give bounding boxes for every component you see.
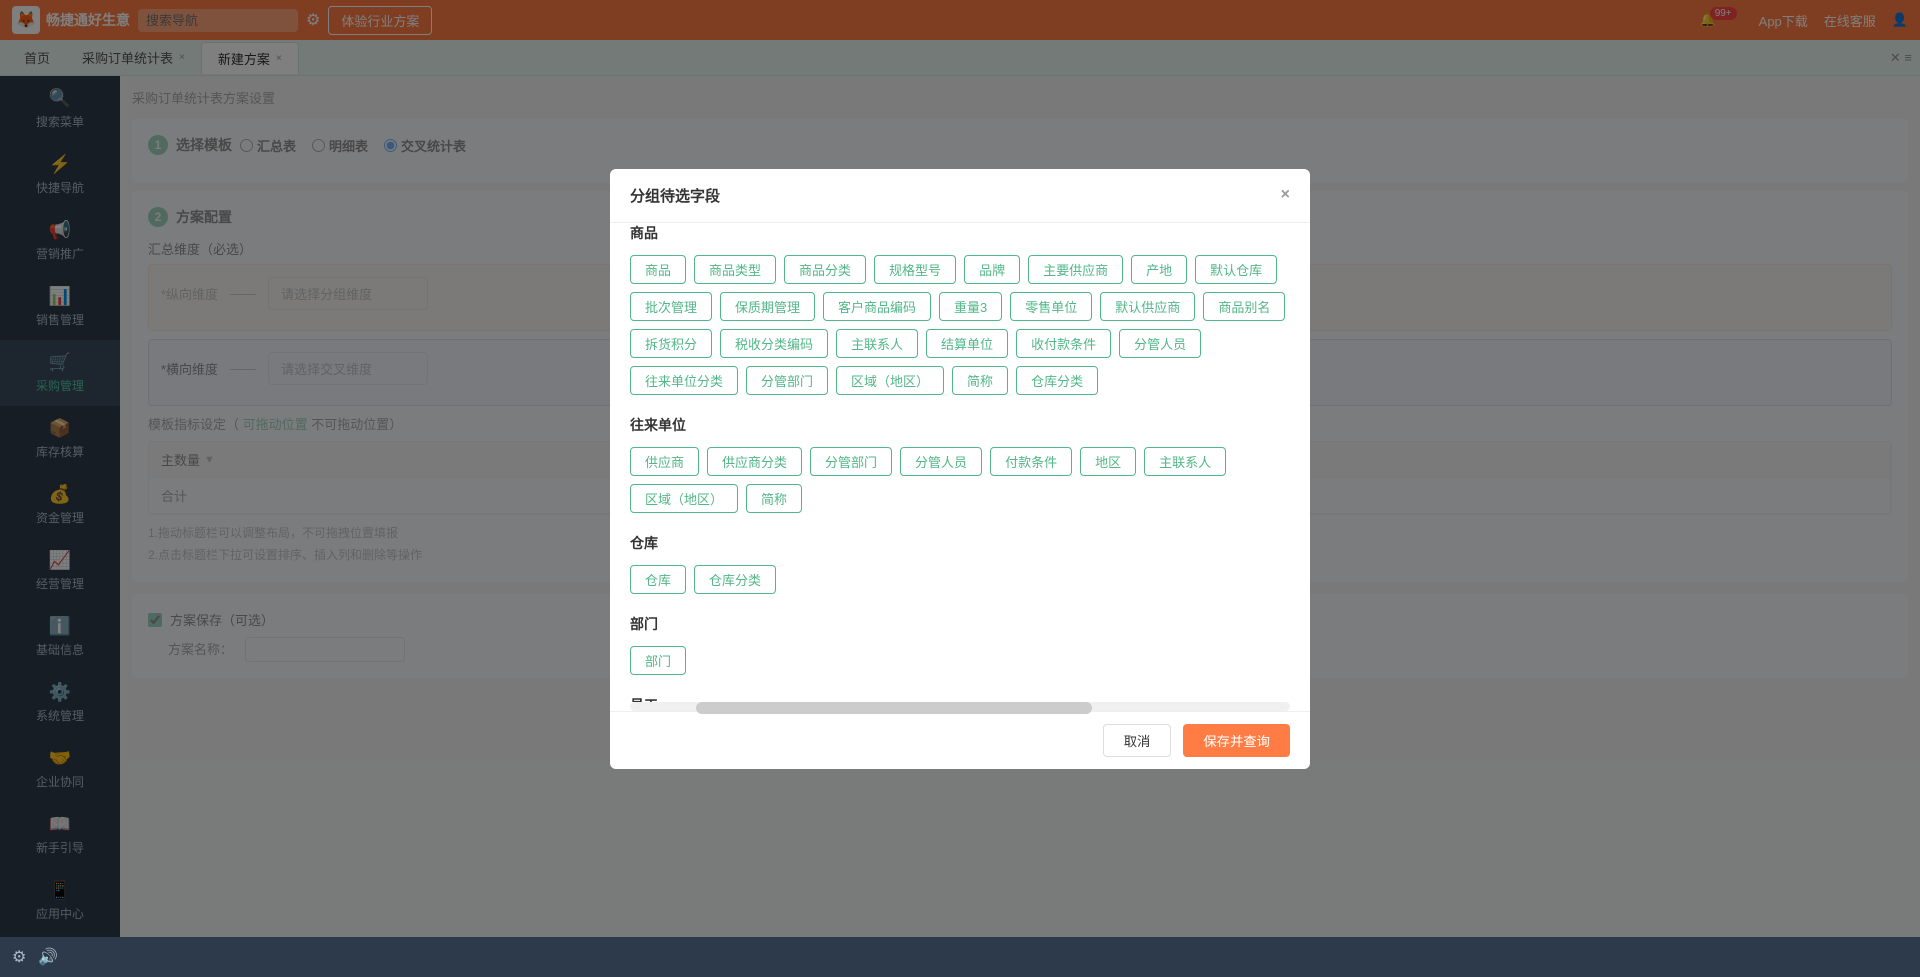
tag-dept[interactable]: 部门 bbox=[630, 646, 686, 675]
modal-close-button[interactable]: × bbox=[1281, 186, 1290, 204]
bottom-audio-icon[interactable]: 🔊 bbox=[38, 947, 58, 967]
tag-abbrev[interactable]: 简称 bbox=[746, 484, 802, 513]
tag-warehouse-category[interactable]: 仓库分类 bbox=[1016, 366, 1098, 395]
modal-horizontal-scrollbar-thumb bbox=[696, 702, 1092, 714]
tag-short-name[interactable]: 简称 bbox=[952, 366, 1008, 395]
tag-product-category[interactable]: 商品分类 bbox=[784, 255, 866, 284]
tag-supervisor[interactable]: 分管人员 bbox=[1119, 329, 1201, 358]
modal-section-employee: 员工 业务员 bbox=[610, 695, 1306, 703]
modal-horizontal-scrollbar[interactable] bbox=[630, 702, 1290, 710]
tag-product[interactable]: 商品 bbox=[630, 255, 686, 284]
modal-section-counterpart: 往来单位 供应商 供应商分类 分管部门 分管人员 付款条件 地区 主联系人 区域… bbox=[610, 415, 1306, 513]
section-dept-title: 部门 bbox=[630, 614, 1286, 634]
section-warehouse-title: 仓库 bbox=[630, 533, 1286, 553]
section-product-tags: 商品 商品类型 商品分类 规格型号 品牌 主要供应商 产地 默认仓库 批次管理 … bbox=[630, 255, 1286, 395]
tag-warehouse[interactable]: 仓库 bbox=[630, 565, 686, 594]
section-product-title: 商品 bbox=[630, 223, 1286, 243]
tag-main-contact[interactable]: 主联系人 bbox=[836, 329, 918, 358]
modal-cancel-button[interactable]: 取消 bbox=[1103, 724, 1172, 757]
tag-retail-unit[interactable]: 零售单位 bbox=[1010, 292, 1092, 321]
modal: 分组待选字段 × 商品 商品 商品类型 商品分类 规格型号 品牌 主要供应商 产… bbox=[610, 169, 1310, 769]
tag-main-supplier[interactable]: 主要供应商 bbox=[1028, 255, 1123, 284]
modal-header: 分组待选字段 × bbox=[610, 169, 1310, 223]
tag-main-contact2[interactable]: 主联系人 bbox=[1144, 447, 1226, 476]
modal-save-query-button[interactable]: 保存并查询 bbox=[1183, 724, 1290, 757]
tag-weight3[interactable]: 重量3 bbox=[939, 292, 1002, 321]
tag-spec-model[interactable]: 规格型号 bbox=[874, 255, 956, 284]
tag-product-alias[interactable]: 商品别名 bbox=[1203, 292, 1285, 321]
modal-overlay: 分组待选字段 × 商品 商品 商品类型 商品分类 规格型号 品牌 主要供应商 产… bbox=[0, 0, 1920, 937]
modal-footer: 取消 保存并查询 bbox=[610, 711, 1310, 769]
tag-customer-code[interactable]: 客户商品编码 bbox=[823, 292, 931, 321]
tag-mgmt-dept[interactable]: 分管部门 bbox=[746, 366, 828, 395]
modal-title: 分组待选字段 bbox=[630, 185, 720, 206]
section-warehouse-tags: 仓库 仓库分类 bbox=[630, 565, 1286, 594]
tag-brand[interactable]: 品牌 bbox=[964, 255, 1020, 284]
tag-region[interactable]: 区域（地区） bbox=[836, 366, 944, 395]
section-employee-title: 员工 bbox=[630, 695, 1286, 703]
tag-origin[interactable]: 产地 bbox=[1131, 255, 1187, 284]
modal-section-product: 商品 商品 商品类型 商品分类 规格型号 品牌 主要供应商 产地 默认仓库 批次… bbox=[610, 223, 1306, 395]
modal-scroll-container[interactable]: 商品 商品 商品类型 商品分类 规格型号 品牌 主要供应商 产地 默认仓库 批次… bbox=[610, 223, 1310, 703]
tag-quality-mgmt[interactable]: 保质期管理 bbox=[720, 292, 815, 321]
tag-supplier[interactable]: 供应商 bbox=[630, 447, 699, 476]
tag-person-mgmt[interactable]: 分管人员 bbox=[900, 447, 982, 476]
tag-batch-mgmt[interactable]: 批次管理 bbox=[630, 292, 712, 321]
tag-area[interactable]: 地区 bbox=[1080, 447, 1136, 476]
tag-payment-condition[interactable]: 付款条件 bbox=[990, 447, 1072, 476]
tag-payment-terms[interactable]: 收付款条件 bbox=[1016, 329, 1111, 358]
modal-section-warehouse: 仓库 仓库 仓库分类 bbox=[610, 533, 1306, 594]
tag-default-warehouse[interactable]: 默认仓库 bbox=[1195, 255, 1277, 284]
bottom-settings-icon[interactable]: ⚙ bbox=[12, 947, 26, 967]
section-dept-tags: 部门 bbox=[630, 646, 1286, 675]
section-counterpart-title: 往来单位 bbox=[630, 415, 1286, 435]
tag-region2[interactable]: 区域（地区） bbox=[630, 484, 738, 513]
tag-warehouse-cat[interactable]: 仓库分类 bbox=[694, 565, 776, 594]
bottom-toolbar: ⚙ 🔊 bbox=[0, 937, 1920, 977]
section-counterpart-tags: 供应商 供应商分类 分管部门 分管人员 付款条件 地区 主联系人 区域（地区） … bbox=[630, 447, 1286, 513]
tag-settlement-unit[interactable]: 结算单位 bbox=[926, 329, 1008, 358]
tag-supplier-category[interactable]: 供应商分类 bbox=[707, 447, 802, 476]
tag-counterpart-category[interactable]: 往来单位分类 bbox=[630, 366, 738, 395]
tag-default-supplier[interactable]: 默认供应商 bbox=[1100, 292, 1195, 321]
tag-dept-mgmt[interactable]: 分管部门 bbox=[810, 447, 892, 476]
tag-product-type[interactable]: 商品类型 bbox=[694, 255, 776, 284]
tag-tax-code[interactable]: 税收分类编码 bbox=[720, 329, 828, 358]
tag-unpack-points[interactable]: 拆货积分 bbox=[630, 329, 712, 358]
modal-section-dept: 部门 部门 bbox=[610, 614, 1306, 675]
